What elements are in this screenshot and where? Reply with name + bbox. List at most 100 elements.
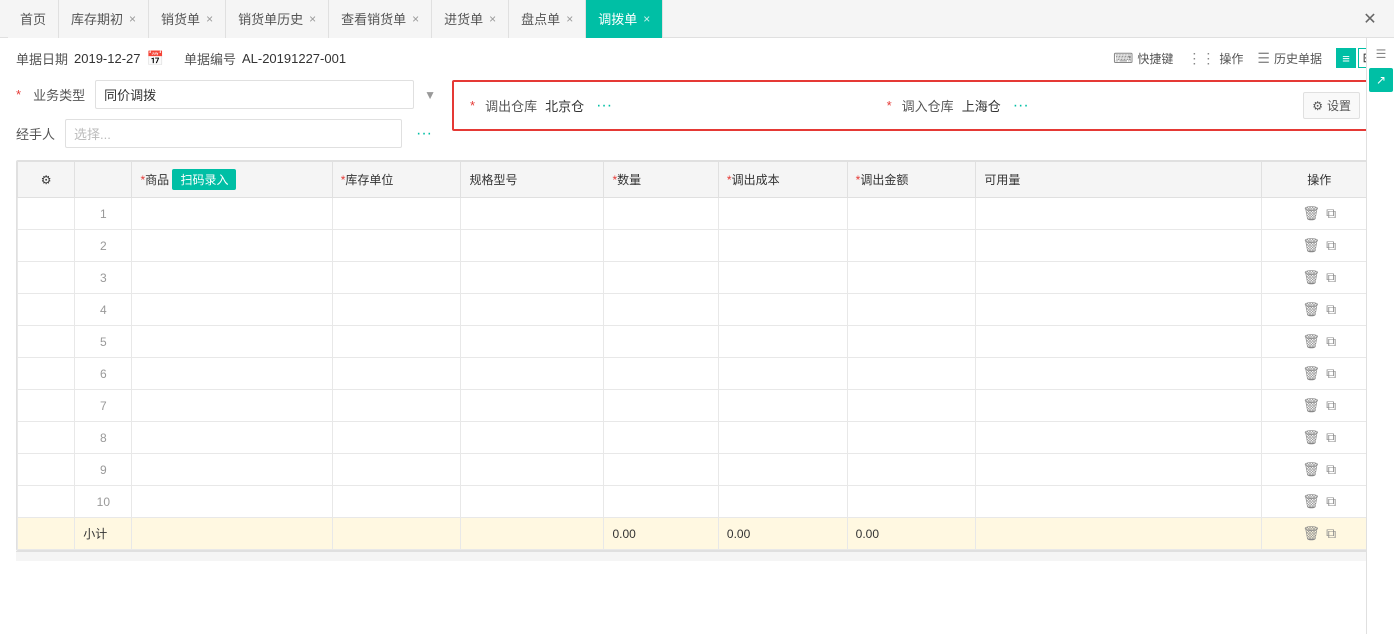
row-cost-cell[interactable] xyxy=(718,294,847,326)
row-spec-cell[interactable] xyxy=(461,358,604,390)
row-product-cell[interactable] xyxy=(132,454,332,486)
delete-icon[interactable]: 🗑 xyxy=(1302,429,1320,446)
copy-icon[interactable]: ⧉ xyxy=(1326,429,1336,446)
row-spec-cell[interactable] xyxy=(461,422,604,454)
row-qty-cell[interactable] xyxy=(604,454,718,486)
settings-button[interactable]: ⚙ 设置 xyxy=(1303,92,1360,119)
tab-close-inventory-init[interactable]: × xyxy=(129,12,136,26)
row-unit-cell[interactable] xyxy=(332,198,461,230)
row-unit-cell[interactable] xyxy=(332,262,461,294)
tab-close-transfer[interactable]: × xyxy=(643,12,650,26)
row-unit-cell[interactable] xyxy=(332,486,461,518)
row-spec-cell[interactable] xyxy=(461,262,604,294)
row-unit-cell[interactable] xyxy=(332,390,461,422)
row-unit-cell[interactable] xyxy=(332,230,461,262)
copy-icon[interactable]: ⧉ xyxy=(1326,237,1336,254)
side-expand-icon[interactable]: ↗ xyxy=(1369,68,1393,92)
row-qty-cell[interactable] xyxy=(604,262,718,294)
row-qty-cell[interactable] xyxy=(604,422,718,454)
person-ellipsis-button[interactable]: ··· xyxy=(412,125,436,143)
row-unit-cell[interactable] xyxy=(332,294,461,326)
tab-sales-history[interactable]: 销货单历史 × xyxy=(226,0,329,38)
row-amount-cell[interactable] xyxy=(847,294,976,326)
col-settings-header[interactable]: ⚙ xyxy=(18,162,75,198)
tab-close-view-sales[interactable]: × xyxy=(412,12,419,26)
delete-icon[interactable]: 🗑 xyxy=(1302,461,1320,478)
row-amount-cell[interactable] xyxy=(847,422,976,454)
row-amount-cell[interactable] xyxy=(847,454,976,486)
row-spec-cell[interactable] xyxy=(461,486,604,518)
row-cost-cell[interactable] xyxy=(718,262,847,294)
row-spec-cell[interactable] xyxy=(461,454,604,486)
copy-icon[interactable]: ⧉ xyxy=(1326,269,1336,286)
tab-transfer[interactable]: 调拨单 × xyxy=(586,0,663,38)
row-amount-cell[interactable] xyxy=(847,390,976,422)
row-cost-cell[interactable] xyxy=(718,486,847,518)
row-unit-cell[interactable] xyxy=(332,454,461,486)
delete-icon[interactable]: 🗑 xyxy=(1302,365,1320,382)
copy-icon[interactable]: ⧉ xyxy=(1326,525,1336,542)
row-amount-cell[interactable] xyxy=(847,262,976,294)
row-product-cell[interactable] xyxy=(132,326,332,358)
row-cost-cell[interactable] xyxy=(718,358,847,390)
copy-icon[interactable]: ⧉ xyxy=(1326,333,1336,350)
operations-button[interactable]: ⋮⋮ 操作 xyxy=(1187,50,1243,67)
tab-home[interactable]: 首页 xyxy=(8,0,59,38)
delete-icon[interactable]: 🗑 xyxy=(1302,301,1320,318)
tab-close-sales-order[interactable]: × xyxy=(206,12,213,26)
delete-icon[interactable]: 🗑 xyxy=(1302,525,1320,542)
warehouse-in-value[interactable]: 上海仓 xyxy=(962,96,1001,115)
row-cost-cell[interactable] xyxy=(718,454,847,486)
business-type-dropdown-icon[interactable]: ▼ xyxy=(424,88,436,102)
scan-button[interactable]: 扫码录入 xyxy=(172,169,236,190)
copy-icon[interactable]: ⧉ xyxy=(1326,301,1336,318)
warehouse-in-ellipsis[interactable]: ··· xyxy=(1009,97,1033,115)
row-amount-cell[interactable] xyxy=(847,486,976,518)
row-unit-cell[interactable] xyxy=(332,326,461,358)
row-amount-cell[interactable] xyxy=(847,358,976,390)
row-cost-cell[interactable] xyxy=(718,198,847,230)
row-cost-cell[interactable] xyxy=(718,390,847,422)
tab-close-stocktake[interactable]: × xyxy=(566,12,573,26)
delete-icon[interactable]: 🗑 xyxy=(1302,333,1320,350)
horizontal-scrollbar[interactable] xyxy=(16,551,1378,561)
calendar-icon[interactable]: 📅 xyxy=(147,50,164,67)
row-spec-cell[interactable] xyxy=(461,390,604,422)
delete-icon[interactable]: 🗑 xyxy=(1302,397,1320,414)
tab-close-sales-history[interactable]: × xyxy=(309,12,316,26)
delete-icon[interactable]: 🗑 xyxy=(1302,205,1320,222)
tab-sales-order[interactable]: 销货单 × xyxy=(149,0,226,38)
row-amount-cell[interactable] xyxy=(847,326,976,358)
tab-stocktake[interactable]: 盘点单 × xyxy=(509,0,586,38)
row-qty-cell[interactable] xyxy=(604,358,718,390)
tab-view-sales[interactable]: 查看销货单 × xyxy=(329,0,432,38)
row-spec-cell[interactable] xyxy=(461,230,604,262)
delete-icon[interactable]: 🗑 xyxy=(1302,493,1320,510)
window-close-button[interactable]: ✕ xyxy=(1354,3,1386,35)
row-qty-cell[interactable] xyxy=(604,230,718,262)
warehouse-out-ellipsis[interactable]: ··· xyxy=(592,97,616,115)
row-amount-cell[interactable] xyxy=(847,230,976,262)
copy-icon[interactable]: ⧉ xyxy=(1326,397,1336,414)
row-spec-cell[interactable] xyxy=(461,198,604,230)
row-product-cell[interactable] xyxy=(132,230,332,262)
row-cost-cell[interactable] xyxy=(718,326,847,358)
row-qty-cell[interactable] xyxy=(604,326,718,358)
tab-close-purchase[interactable]: × xyxy=(489,12,496,26)
shortcuts-button[interactable]: ⌨ 快捷键 xyxy=(1113,50,1173,67)
row-spec-cell[interactable] xyxy=(461,294,604,326)
copy-icon[interactable]: ⧉ xyxy=(1326,493,1336,510)
person-field[interactable]: 选择... xyxy=(65,119,402,148)
delete-icon[interactable]: 🗑 xyxy=(1302,269,1320,286)
business-type-value[interactable]: 同价调拨 xyxy=(95,80,414,109)
row-cost-cell[interactable] xyxy=(718,230,847,262)
row-product-cell[interactable] xyxy=(132,198,332,230)
row-qty-cell[interactable] xyxy=(604,294,718,326)
side-list-icon[interactable]: ☰ xyxy=(1369,42,1393,66)
row-product-cell[interactable] xyxy=(132,294,332,326)
copy-icon[interactable]: ⧉ xyxy=(1326,205,1336,222)
row-product-cell[interactable] xyxy=(132,262,332,294)
row-product-cell[interactable] xyxy=(132,422,332,454)
row-amount-cell[interactable] xyxy=(847,198,976,230)
row-unit-cell[interactable] xyxy=(332,358,461,390)
